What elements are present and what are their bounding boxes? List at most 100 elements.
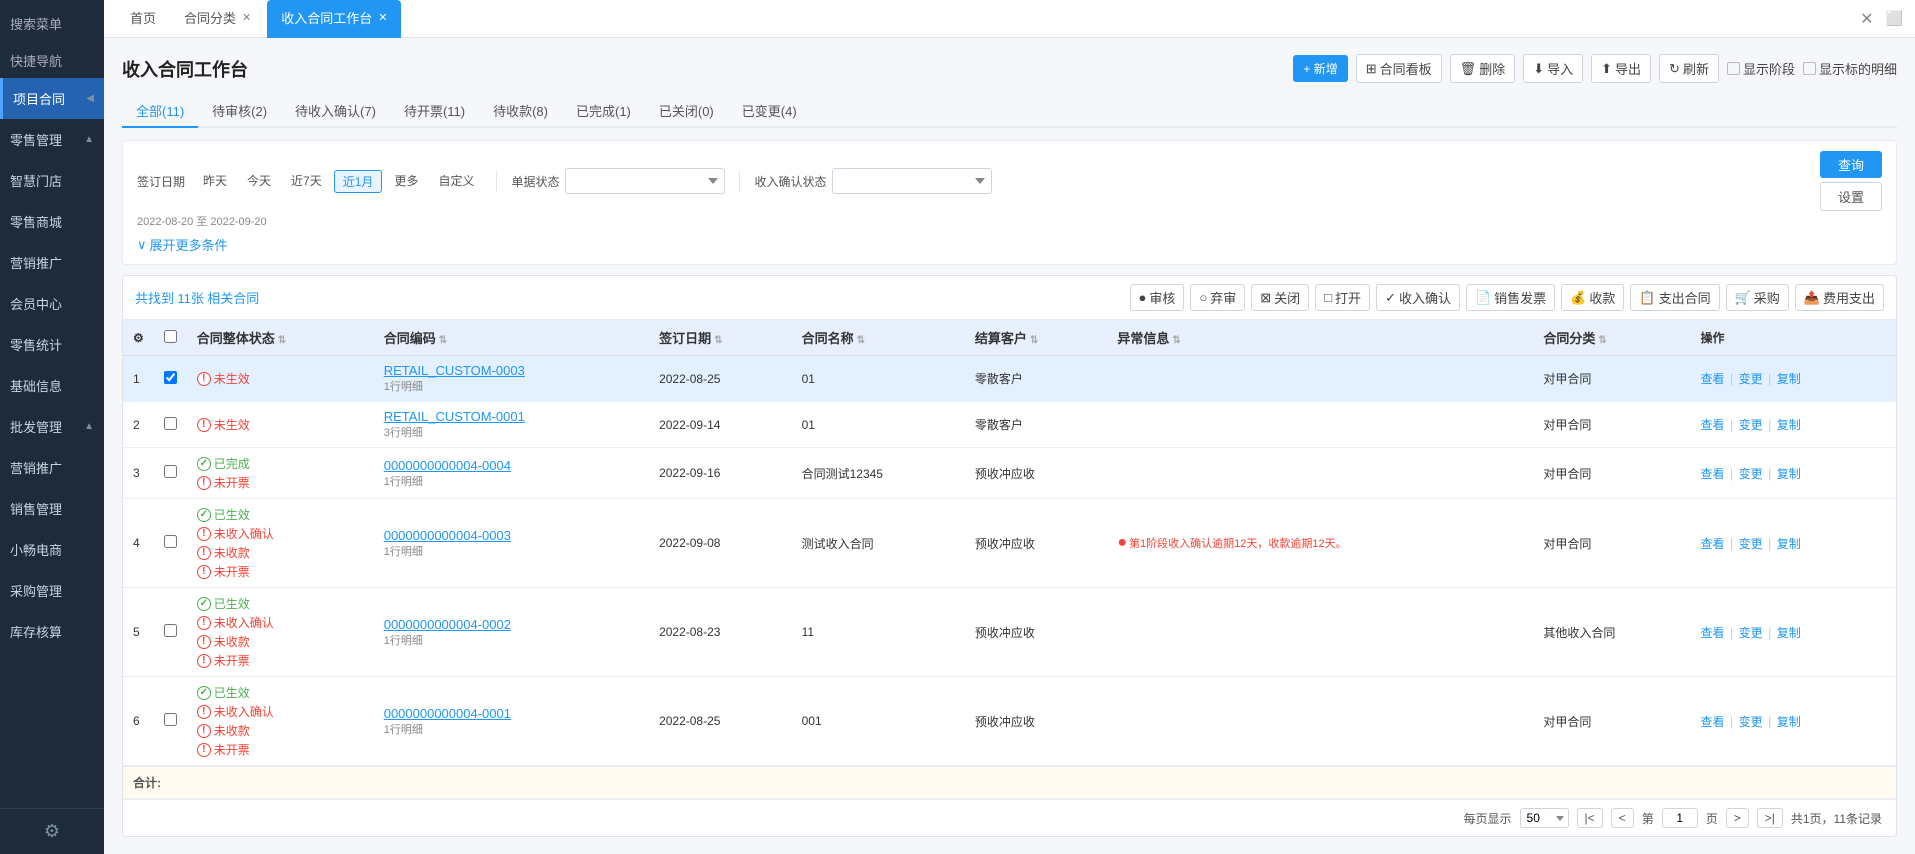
export-button[interactable]: ⬆ 导出 — [1591, 54, 1651, 83]
contract-code-link[interactable]: RETAIL_CUSTOM-0001 — [384, 409, 525, 424]
sidebar-item-retail-mgmt[interactable]: 零售管理 ▲ — [0, 119, 104, 160]
sidebar-quick-nav[interactable]: 快捷导航 — [0, 43, 104, 78]
view-link[interactable]: 查看 — [1701, 467, 1725, 481]
doc-status-select[interactable] — [565, 168, 725, 194]
edit-link[interactable]: 变更 — [1739, 418, 1763, 432]
payment-btn[interactable]: 💰 收款 — [1561, 284, 1624, 311]
filter-tab-pending-payment[interactable]: 待收款(8) — [479, 95, 562, 128]
page-last-btn[interactable]: >| — [1757, 808, 1783, 828]
date-btn-yesterday[interactable]: 昨天 — [195, 170, 235, 193]
sidebar-search[interactable]: 搜索菜单 — [0, 0, 104, 43]
sort-icon6[interactable]: ⇅ — [1172, 335, 1180, 346]
filter-tab-completed[interactable]: 已完成(1) — [562, 95, 645, 128]
edit-link[interactable]: 变更 — [1739, 467, 1763, 481]
row-select[interactable] — [154, 356, 187, 402]
sidebar-item-member[interactable]: 会员中心 — [0, 283, 104, 324]
contract-code-link[interactable]: RETAIL_CUSTOM-0003 — [384, 363, 525, 378]
col-settings[interactable]: ⚙ — [123, 320, 154, 356]
row-select[interactable] — [154, 677, 187, 767]
date-btn-today[interactable]: 今天 — [239, 170, 279, 193]
view-link[interactable]: 查看 — [1701, 418, 1725, 432]
tab-home[interactable]: 首页 — [116, 0, 170, 38]
sort-icon3[interactable]: ⇅ — [714, 335, 722, 346]
sidebar-item-base-info[interactable]: 基础信息 — [0, 365, 104, 406]
confirm-status-select[interactable] — [832, 168, 992, 194]
abandon-review-btn[interactable]: ○ 弃审 — [1190, 284, 1245, 311]
add-button[interactable]: + 新增 — [1293, 55, 1347, 82]
filter-tab-closed[interactable]: 已关闭(0) — [645, 95, 728, 128]
contract-code-link[interactable]: 0000000000004-0004 — [384, 458, 511, 473]
review-btn[interactable]: ● 审核 — [1130, 284, 1185, 311]
checkbox-show-stage[interactable] — [1727, 62, 1740, 75]
date-btn-custom[interactable]: 自定义 — [430, 170, 482, 193]
sort-icon4[interactable]: ⇅ — [857, 335, 865, 346]
window-close-btn[interactable]: ✕ — [1860, 9, 1873, 29]
checkbox-show-detail[interactable] — [1803, 62, 1816, 75]
filter-tab-pending-invoice[interactable]: 待开票(11) — [390, 95, 479, 128]
sidebar-item-marketing[interactable]: 营销推广 — [0, 242, 104, 283]
page-next-btn[interactable]: > — [1726, 808, 1749, 828]
expense-out-btn[interactable]: 📤 费用支出 — [1795, 284, 1884, 311]
sidebar-item-ecommerce[interactable]: 小畅电商 — [0, 529, 104, 570]
sales-invoice-btn[interactable]: 📄 销售发票 — [1466, 284, 1555, 311]
col-checkbox[interactable] — [154, 320, 187, 356]
view-link[interactable]: 查看 — [1701, 372, 1725, 386]
edit-link[interactable]: 变更 — [1739, 715, 1763, 729]
tab-contract-category[interactable]: 合同分类 ✕ — [170, 0, 265, 38]
sidebar-item-wholesale-mgmt[interactable]: 批发管理 ▲ — [0, 406, 104, 447]
page-size-select[interactable]: 50 10 20 100 — [1520, 808, 1569, 828]
sort-icon[interactable]: ⇅ — [278, 335, 286, 346]
setting-button[interactable]: 设置 — [1820, 182, 1882, 211]
copy-link[interactable]: 复制 — [1777, 715, 1801, 729]
contract-code-link[interactable]: 0000000000004-0002 — [384, 617, 511, 632]
view-link[interactable]: 查看 — [1701, 715, 1725, 729]
sidebar-item-retail-stats[interactable]: 零售统计 — [0, 324, 104, 365]
page-first-btn[interactable]: |< — [1577, 808, 1603, 828]
query-button[interactable]: 查询 — [1820, 151, 1882, 178]
page-num-input[interactable] — [1662, 808, 1698, 828]
row-select[interactable] — [154, 402, 187, 448]
row-checkbox[interactable] — [164, 417, 177, 430]
select-all-checkbox[interactable] — [164, 330, 177, 343]
filter-tab-pending-review[interactable]: 待审核(2) — [198, 95, 281, 128]
edit-link[interactable]: 变更 — [1739, 372, 1763, 386]
expand-more-btn[interactable]: ∨ 展开更多条件 — [137, 235, 1882, 254]
income-confirm-btn[interactable]: ✓ 收入确认 — [1376, 284, 1460, 311]
copy-link[interactable]: 复制 — [1777, 467, 1801, 481]
sidebar-item-project-contract[interactable]: 项目合同 ◀ — [0, 78, 104, 119]
contract-code-link[interactable]: 0000000000004-0001 — [384, 706, 511, 721]
delete-button[interactable]: 🗑 删除 — [1450, 54, 1516, 83]
date-btn-7days[interactable]: 近7天 — [283, 170, 330, 193]
gear-icon[interactable]: ⚙ — [10, 821, 94, 842]
page-prev-btn[interactable]: < — [1611, 808, 1634, 828]
row-checkbox[interactable] — [164, 535, 177, 548]
sidebar-item-purchase-mgmt[interactable]: 采购管理 — [0, 570, 104, 611]
sidebar-item-inventory[interactable]: 库存核算 — [0, 611, 104, 652]
show-stage-checkbox[interactable]: 显示阶段 — [1727, 59, 1795, 78]
sort-icon5[interactable]: ⇅ — [1030, 335, 1038, 346]
sidebar-item-marketing2[interactable]: 营销推广 — [0, 447, 104, 488]
copy-link[interactable]: 复制 — [1777, 418, 1801, 432]
refresh-button[interactable]: ↻ 刷新 — [1659, 54, 1719, 83]
copy-link[interactable]: 复制 — [1777, 372, 1801, 386]
window-restore-btn[interactable]: ⬜ — [1886, 10, 1903, 27]
row-checkbox[interactable] — [164, 624, 177, 637]
kanban-button[interactable]: ⊞ 合同看板 — [1356, 54, 1442, 83]
edit-link[interactable]: 变更 — [1739, 626, 1763, 640]
purchase-btn[interactable]: 🛒 采购 — [1726, 284, 1789, 311]
import-button[interactable]: ⬇ 导入 — [1523, 54, 1583, 83]
view-link[interactable]: 查看 — [1701, 626, 1725, 640]
show-detail-checkbox[interactable]: 显示标的明细 — [1803, 59, 1897, 78]
row-select[interactable] — [154, 588, 187, 677]
row-checkbox[interactable] — [164, 713, 177, 726]
row-checkbox[interactable] — [164, 465, 177, 478]
sidebar-item-sales-mgmt[interactable]: 销售管理 — [0, 488, 104, 529]
sort-icon7[interactable]: ⇅ — [1598, 335, 1606, 346]
date-btn-more[interactable]: 更多 — [386, 170, 426, 193]
sort-icon2[interactable]: ⇅ — [439, 335, 447, 346]
tab-income-contract[interactable]: 收入合同工作台 ✕ — [267, 0, 401, 38]
sidebar-item-smart-store[interactable]: 智慧门店 — [0, 160, 104, 201]
tab-close-contract-category[interactable]: ✕ — [242, 11, 251, 24]
filter-tab-pending-confirm[interactable]: 待收入确认(7) — [281, 95, 390, 128]
row-checkbox[interactable] — [164, 371, 177, 384]
